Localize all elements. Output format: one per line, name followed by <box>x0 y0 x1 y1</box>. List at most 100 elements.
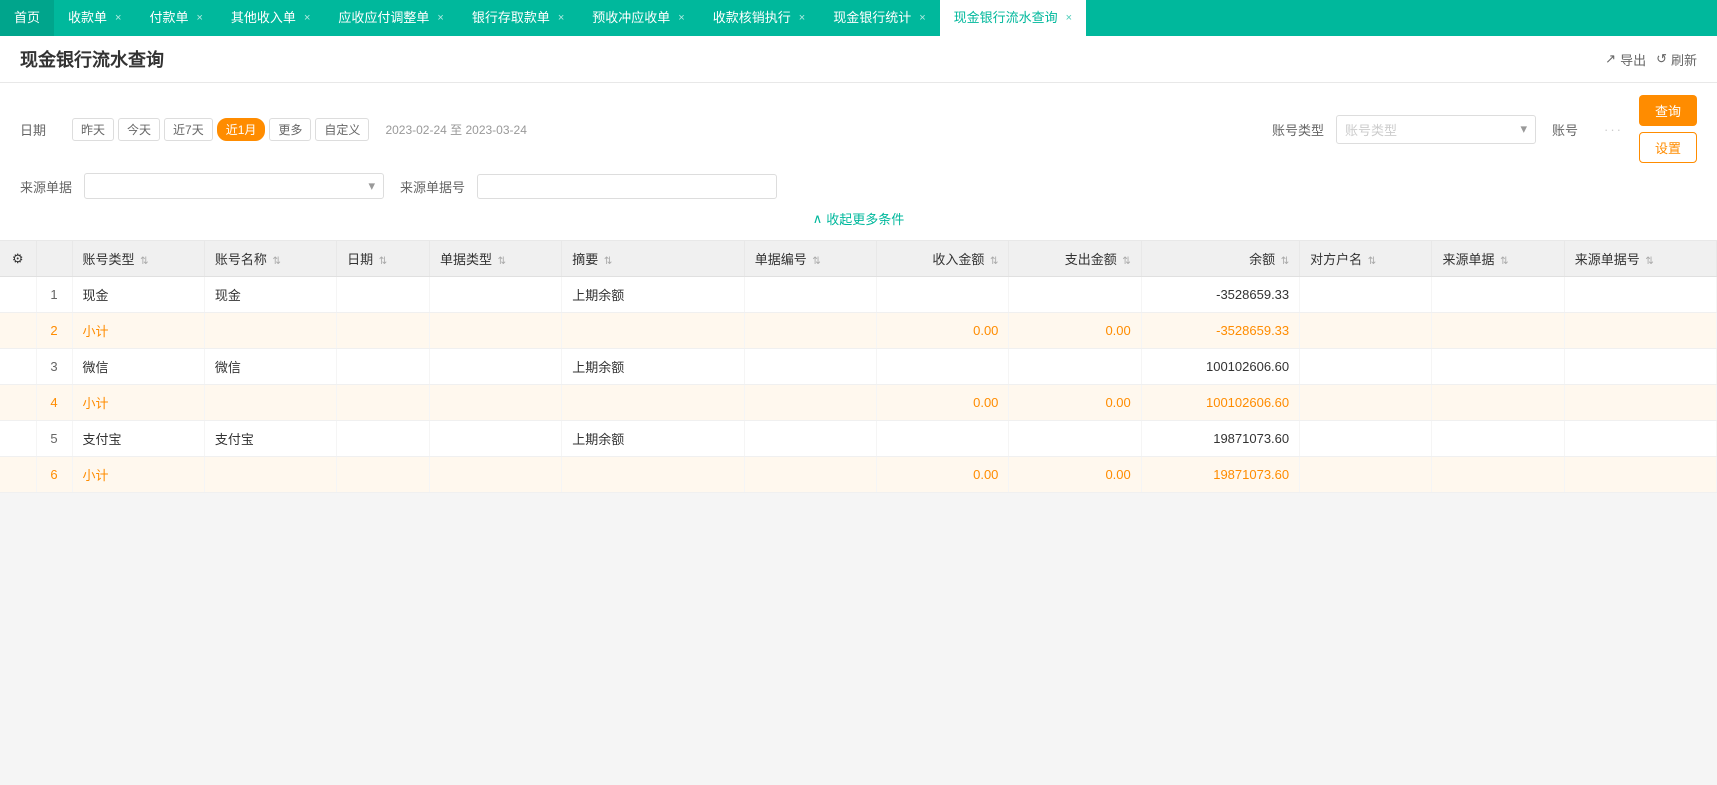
collapse-bar[interactable]: ∧ 收起更多条件 <box>20 209 1697 228</box>
row-account-type: 小计 <box>72 385 204 421</box>
close-icon[interactable]: × <box>115 0 121 36</box>
row-settings <box>0 385 36 421</box>
close-icon[interactable]: × <box>678 0 684 36</box>
row-source-doc <box>1432 277 1564 313</box>
row-doc-num <box>744 313 876 349</box>
row-expense: 0.00 <box>1009 313 1141 349</box>
row-expense: 0.00 <box>1009 457 1141 493</box>
row-date <box>337 457 430 493</box>
row-num: 2 <box>36 313 72 349</box>
gear-icon[interactable]: ⚙ <box>12 251 24 266</box>
row-date <box>337 313 430 349</box>
date-yesterday[interactable]: 昨天 <box>72 118 114 141</box>
row-account-type: 微信 <box>72 349 204 385</box>
row-date <box>337 385 430 421</box>
col-source-doc[interactable]: 来源单据 ⇅ <box>1432 241 1564 277</box>
account-type-select[interactable]: 账号类型 ▾ <box>1336 115 1536 144</box>
row-counterparty <box>1300 313 1432 349</box>
row-account-type: 现金 <box>72 277 204 313</box>
row-account-type: 支付宝 <box>72 421 204 457</box>
row-balance: -3528659.33 <box>1141 313 1299 349</box>
row-doc-type <box>429 313 561 349</box>
nav-ar-ap-adjust[interactable]: 应收应付调整单 × <box>324 0 457 36</box>
date-more[interactable]: 更多 <box>269 118 311 141</box>
date-today[interactable]: 今天 <box>118 118 160 141</box>
row-source-doc <box>1432 457 1564 493</box>
close-icon[interactable]: × <box>1066 0 1072 36</box>
page-header: 现金银行流水查询 ↗ 导出 ↺ 刷新 <box>0 36 1717 83</box>
account-more-btn[interactable]: ··· <box>1604 122 1623 137</box>
account-label: 账号 <box>1552 120 1592 139</box>
row-account-type: 小计 <box>72 313 204 349</box>
row-settings <box>0 313 36 349</box>
account-type-section: 账号类型 账号类型 ▾ <box>1272 115 1536 144</box>
account-section: 账号 ··· <box>1552 120 1623 139</box>
row-settings <box>0 421 36 457</box>
close-icon[interactable]: × <box>304 0 310 36</box>
nav-payment[interactable]: 付款单 × <box>135 0 216 36</box>
row-doc-type <box>429 457 561 493</box>
col-account-type[interactable]: 账号类型 ⇅ <box>72 241 204 277</box>
nav-cash-bank-stat[interactable]: 现金银行统计 × <box>819 0 939 36</box>
col-doc-type[interactable]: 单据类型 ⇅ <box>429 241 561 277</box>
date-1month[interactable]: 近1月 <box>217 118 266 141</box>
nav-cash-bank-flow[interactable]: 现金银行流水查询 × <box>940 0 1086 36</box>
row-doc-num <box>744 277 876 313</box>
col-date[interactable]: 日期 ⇅ <box>337 241 430 277</box>
row-source-doc-num <box>1564 349 1716 385</box>
nav-bank-deposit[interactable]: 银行存取款单 × <box>458 0 578 36</box>
col-account-name[interactable]: 账号名称 ⇅ <box>204 241 336 277</box>
nav-other-income[interactable]: 其他收入单 × <box>217 0 324 36</box>
close-icon[interactable]: × <box>919 0 925 36</box>
source-doc-num-input[interactable] <box>477 174 777 199</box>
row-source-doc <box>1432 385 1564 421</box>
col-income[interactable]: 收入金额 ⇅ <box>877 241 1009 277</box>
settings-button[interactable]: 设置 <box>1639 132 1697 163</box>
export-button[interactable]: ↗ 导出 <box>1605 50 1646 69</box>
close-icon[interactable]: × <box>799 0 805 36</box>
col-source-doc-num[interactable]: 来源单据号 ⇅ <box>1564 241 1716 277</box>
row-summary <box>562 457 745 493</box>
nav-receipt-verify[interactable]: 收款核销执行 × <box>699 0 819 36</box>
col-doc-num[interactable]: 单据编号 ⇅ <box>744 241 876 277</box>
filter-area: 日期 昨天 今天 近7天 近1月 更多 自定义 2023-02-24 至 202… <box>0 83 1717 241</box>
row-balance: 19871073.60 <box>1141 457 1299 493</box>
nav-home[interactable]: 首页 <box>0 0 54 36</box>
col-expense[interactable]: 支出金额 ⇅ <box>1009 241 1141 277</box>
collapse-label: 收起更多条件 <box>826 209 904 228</box>
row-balance: 100102606.60 <box>1141 385 1299 421</box>
source-doc-select[interactable]: ▾ <box>84 173 384 199</box>
query-button[interactable]: 查询 <box>1639 95 1697 126</box>
date-custom[interactable]: 自定义 <box>315 118 369 141</box>
date-7days[interactable]: 近7天 <box>164 118 213 141</box>
close-icon[interactable]: × <box>196 0 202 36</box>
row-settings <box>0 349 36 385</box>
row-date <box>337 349 430 385</box>
table-row: 1 现金 现金 上期余额 -3528659.33 <box>0 277 1717 313</box>
close-icon[interactable]: × <box>558 0 564 36</box>
close-icon[interactable]: × <box>437 0 443 36</box>
row-income: 0.00 <box>877 385 1009 421</box>
row-summary: 上期余额 <box>562 421 745 457</box>
row-source-doc-num <box>1564 385 1716 421</box>
row-num: 4 <box>36 385 72 421</box>
row-income: 0.00 <box>877 313 1009 349</box>
data-table: ⚙ 账号类型 ⇅ 账号名称 ⇅ 日期 ⇅ 单据类型 ⇅ 摘要 ⇅ 单据编号 ⇅ … <box>0 241 1717 493</box>
col-counterparty[interactable]: 对方户名 ⇅ <box>1300 241 1432 277</box>
col-summary[interactable]: 摘要 ⇅ <box>562 241 745 277</box>
col-balance[interactable]: 余额 ⇅ <box>1141 241 1299 277</box>
refresh-button[interactable]: ↺ 刷新 <box>1656 50 1697 69</box>
row-expense <box>1009 421 1141 457</box>
nav-pre-receipt[interactable]: 预收冲应收单 × <box>578 0 698 36</box>
row-summary <box>562 385 745 421</box>
row-balance: 100102606.60 <box>1141 349 1299 385</box>
row-income <box>877 421 1009 457</box>
row-source-doc-num <box>1564 457 1716 493</box>
filter-row-1: 日期 昨天 今天 近7天 近1月 更多 自定义 2023-02-24 至 202… <box>20 95 1697 163</box>
row-income: 0.00 <box>877 457 1009 493</box>
nav-receipt[interactable]: 收款单 × <box>54 0 135 36</box>
row-counterparty <box>1300 385 1432 421</box>
row-num: 1 <box>36 277 72 313</box>
row-expense <box>1009 277 1141 313</box>
row-source-doc-num <box>1564 313 1716 349</box>
